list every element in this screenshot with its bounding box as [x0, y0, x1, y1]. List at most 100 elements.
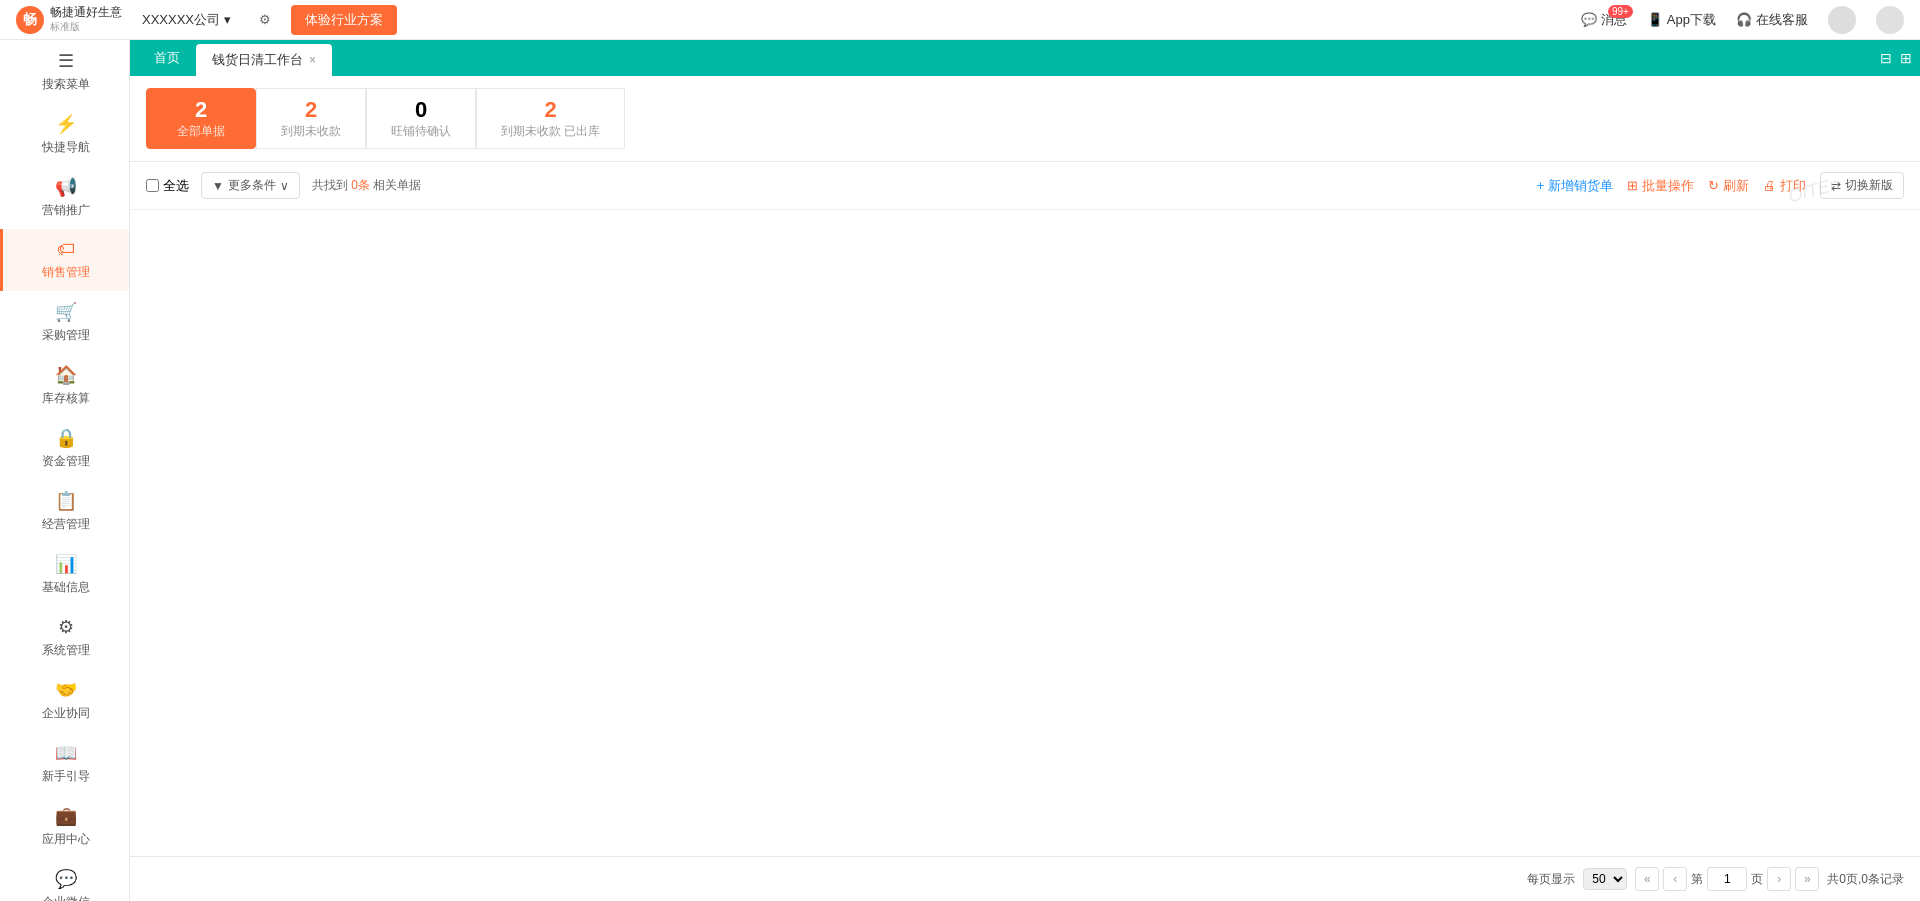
tab-bar: 首页 钱货日清工作台 × ⊟ ⊞	[130, 40, 1920, 76]
sidebar-label-marketing: 营销推广	[42, 202, 90, 219]
switch-version-btn[interactable]: ⇄ 切换新版	[1820, 172, 1904, 199]
sidebar-item-operations[interactable]: 📋 经营管理	[0, 480, 129, 543]
total-records: 共0页,0条记录	[1827, 871, 1904, 888]
sidebar-label-finance: 资金管理	[42, 453, 90, 470]
toolbar: 全选 ▼ 更多条件 ∨ 共找到 0条 相关单据 + 新增销货单 ⊞ 批量操作	[130, 162, 1920, 210]
brand-icon: 畅	[16, 6, 44, 34]
prev-page-btn[interactable]: ‹	[1663, 867, 1687, 891]
per-page-label: 每页显示	[1527, 871, 1575, 888]
sidebar-label-beginner: 新手引导	[42, 768, 90, 785]
filter-icon: ▼	[212, 179, 224, 193]
brand-tag: 标准版	[50, 20, 122, 34]
card-overdue-label: 到期未收款	[281, 123, 341, 140]
summary-card-shipped[interactable]: 2 到期未收款 已出库	[476, 88, 625, 149]
first-page-btn[interactable]: «	[1635, 867, 1659, 891]
message-badge: 99+	[1608, 5, 1633, 18]
tab-close-icon[interactable]: ×	[309, 53, 316, 67]
refresh-btn[interactable]: ↻ 刷新	[1708, 177, 1749, 195]
sidebar-item-app-center[interactable]: 💼 应用中心	[0, 795, 129, 858]
select-all-input[interactable]	[146, 179, 159, 192]
print-icon: 🖨	[1763, 178, 1776, 193]
tab-home[interactable]: 首页	[138, 40, 196, 76]
header-right: 💬 消息 99+ 📱 App下载 🎧 在线客服	[1581, 6, 1904, 34]
select-all-checkbox[interactable]: 全选	[146, 177, 189, 195]
next-page-btn[interactable]: ›	[1767, 867, 1791, 891]
marketing-icon: 📢	[55, 176, 77, 198]
sidebar-item-purchase-mgmt[interactable]: 🛒 采购管理	[0, 291, 129, 354]
sidebar-label-enterprise: 企业协同	[42, 705, 90, 722]
sidebar-item-beginner[interactable]: 📖 新手引导	[0, 732, 129, 795]
pagination: 每页显示 50 « ‹ 第 页 › » 共0页,0条记录	[130, 856, 1920, 901]
brand-logo: 畅 畅捷通好生意 标准版	[16, 5, 122, 35]
tab-maximize-icon[interactable]: ⊞	[1900, 50, 1912, 66]
tab-bar-actions: ⊟ ⊞	[1880, 50, 1912, 66]
settings-icon-btn[interactable]: ⚙	[251, 6, 279, 34]
finance-icon: 🔒	[55, 427, 77, 449]
sidebar-label-purchase-mgmt: 采购管理	[42, 327, 90, 344]
sidebar-item-quick-nav[interactable]: ⚡ 快捷导航	[0, 103, 129, 166]
toolbar-right: + 新增销货单 ⊞ 批量操作 ↻ 刷新 🖨 打印 ⇄	[1537, 172, 1904, 199]
online-service-action[interactable]: 🎧 在线客服	[1736, 11, 1808, 29]
sidebar-label-inventory: 库存核算	[42, 390, 90, 407]
card-shipped-label: 到期未收款 已出库	[501, 123, 600, 140]
new-sales-btn[interactable]: + 新增销货单	[1537, 177, 1613, 195]
sidebar-label-wecom: 企业微信	[42, 894, 90, 901]
sidebar-item-inventory[interactable]: 🏠 库存核算	[0, 354, 129, 417]
avatar2[interactable]	[1876, 6, 1904, 34]
summary-card-all[interactable]: 2 全部单据	[146, 88, 256, 149]
tab-minimize-icon[interactable]: ⊟	[1880, 50, 1892, 66]
filter-button[interactable]: ▼ 更多条件 ∨	[201, 172, 300, 199]
sidebar-item-sales-mgmt[interactable]: 🏷 销售管理	[0, 229, 129, 291]
basic-info-icon: 📊	[55, 553, 77, 575]
last-page-btn[interactable]: »	[1795, 867, 1819, 891]
enterprise-icon: 🤝	[55, 679, 77, 701]
company-dropdown-icon: ▾	[224, 12, 231, 27]
per-page-select[interactable]: 50	[1583, 868, 1627, 890]
page-label: 第	[1691, 871, 1703, 888]
trial-button[interactable]: 体验行业方案	[291, 5, 397, 35]
page-suffix: 页	[1751, 871, 1763, 888]
quick-nav-icon: ⚡	[55, 113, 77, 135]
sidebar-item-sys-mgmt[interactable]: ⚙ 系统管理	[0, 606, 129, 669]
wecom-icon: 💬	[55, 868, 77, 890]
filter-chevron: ∨	[280, 179, 289, 193]
avatar[interactable]	[1828, 6, 1856, 34]
table-area	[130, 210, 1920, 856]
app-download-action[interactable]: 📱 App下载	[1647, 11, 1716, 29]
page-nav: « ‹ 第 页 › »	[1635, 867, 1819, 891]
sidebar-label-quick-nav: 快捷导航	[42, 139, 90, 156]
search-menu-icon: ☰	[58, 50, 74, 72]
summary-cards: 2 全部单据 2 到期未收款 0 旺铺待确认 2 到期未收款 已出库	[130, 76, 1920, 162]
brand-name: 畅捷通好生意	[50, 5, 122, 21]
page-input[interactable]	[1707, 867, 1747, 891]
top-header: 畅 畅捷通好生意 标准版 XXXXXX公司 ▾ ⚙ 体验行业方案 💬 消息 99…	[0, 0, 1920, 40]
sales-icon: 🏷	[57, 239, 75, 260]
sidebar-item-marketing[interactable]: 📢 营销推广	[0, 166, 129, 229]
switch-label: 切换新版	[1845, 177, 1893, 194]
sidebar-item-enterprise[interactable]: 🤝 企业协同	[0, 669, 129, 732]
summary-card-wangpu[interactable]: 0 旺铺待确认	[366, 88, 476, 149]
card-all-label: 全部单据	[177, 123, 225, 140]
print-label: 打印	[1780, 177, 1806, 195]
card-all-num: 2	[195, 97, 207, 123]
found-prefix: 共找到	[312, 178, 348, 192]
batch-ops-btn[interactable]: ⊞ 批量操作	[1627, 177, 1694, 195]
app-download-label: App下载	[1667, 11, 1716, 29]
tab-active[interactable]: 钱货日清工作台 ×	[196, 44, 332, 76]
beginner-icon: 📖	[55, 742, 77, 764]
page-content: 2 全部单据 2 到期未收款 0 旺铺待确认 2 到期未收款 已出库	[130, 76, 1920, 901]
sidebar-item-search-menu[interactable]: ☰ 搜索菜单	[0, 40, 129, 103]
operations-icon: 📋	[55, 490, 77, 512]
message-action[interactable]: 💬 消息 99+	[1581, 11, 1627, 29]
summary-card-overdue[interactable]: 2 到期未收款	[256, 88, 366, 149]
service-icon: 🎧	[1736, 12, 1752, 27]
sidebar-label-app-center: 应用中心	[42, 831, 90, 848]
sidebar-item-finance[interactable]: 🔒 资金管理	[0, 417, 129, 480]
sidebar-item-basic-info[interactable]: 📊 基础信息	[0, 543, 129, 606]
card-wangpu-label: 旺铺待确认	[391, 123, 451, 140]
company-name: XXXXXX公司	[142, 11, 220, 29]
sidebar: ☰ 搜索菜单 ⚡ 快捷导航 📢 营销推广 🏷 销售管理 🛒 采购管理 🏠 库存核…	[0, 40, 130, 901]
company-selector[interactable]: XXXXXX公司 ▾	[134, 7, 239, 33]
print-btn[interactable]: 🖨 打印	[1763, 177, 1806, 195]
sidebar-item-wecom[interactable]: 💬 企业微信	[0, 858, 129, 901]
